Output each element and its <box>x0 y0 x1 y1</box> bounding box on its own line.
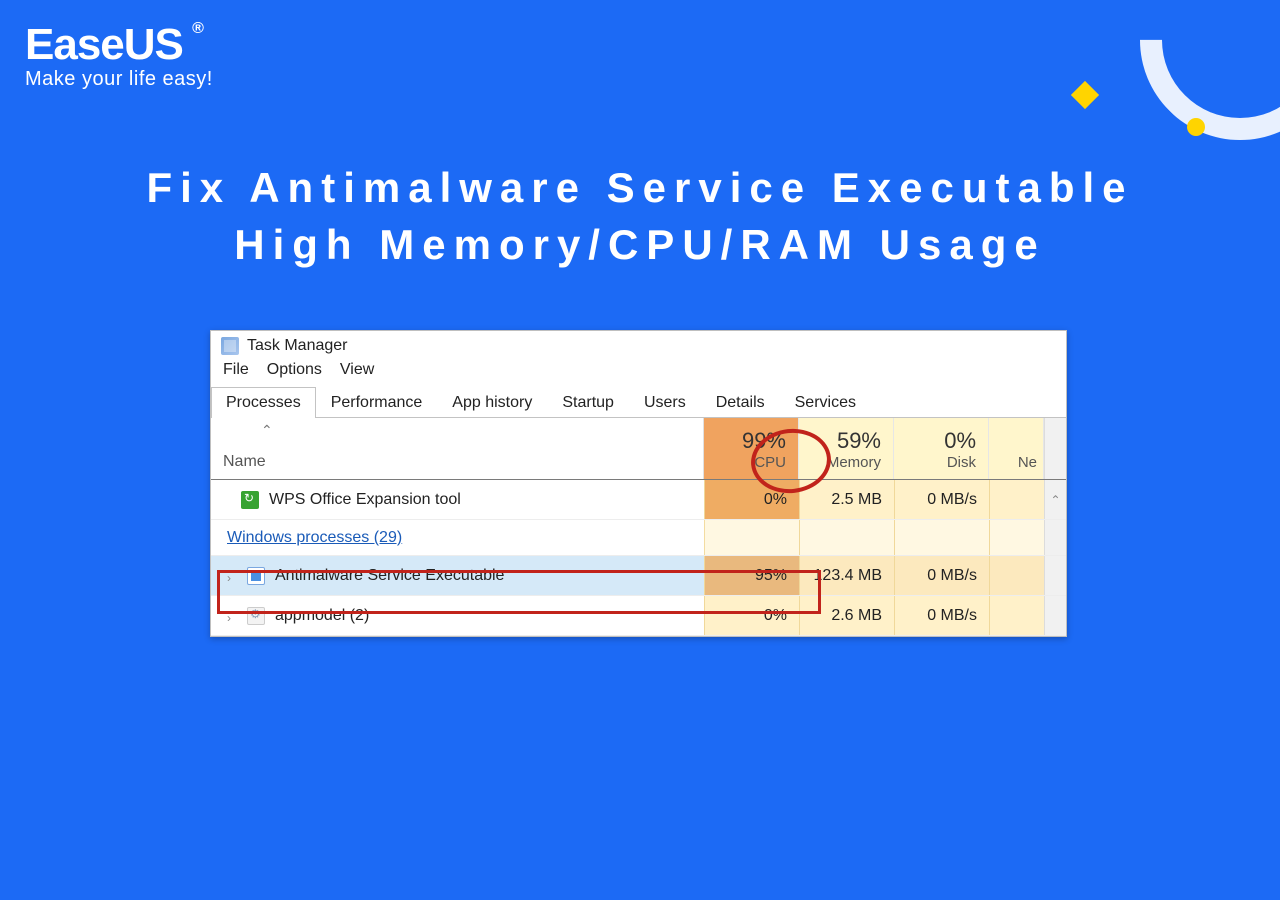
cell-disk: 0 MB/s <box>894 556 989 595</box>
menu-options[interactable]: Options <box>267 361 322 379</box>
table-row-highlighted[interactable]: › Antimalware Service Executable 95% 123… <box>211 556 1066 596</box>
cell-mem: 2.6 MB <box>799 596 894 635</box>
table-row[interactable]: WPS Office Expansion tool 0% 2.5 MB 0 MB… <box>211 480 1066 520</box>
tab-bar: Processes Performance App history Startu… <box>211 387 1066 418</box>
cell-cpu: 0% <box>704 596 799 635</box>
menu-file[interactable]: File <box>223 361 249 379</box>
memory-usage-pct: 59% <box>837 428 881 454</box>
cell-mem: 123.4 MB <box>799 556 894 595</box>
process-name: WPS Office Expansion tool <box>269 491 461 509</box>
decor-diamond <box>1071 81 1099 109</box>
scrollbar-track[interactable] <box>1044 418 1066 479</box>
section-header[interactable]: Windows processes (29) <box>211 520 1066 556</box>
window-title: Task Manager <box>247 337 348 355</box>
brand-registered: ® <box>192 20 203 38</box>
cell-net <box>989 596 1044 635</box>
column-headers: ⌃ Name 99% CPU 59% Memory 0% Disk Ne <box>211 418 1066 480</box>
task-manager-icon <box>221 337 239 355</box>
col-network[interactable]: Ne <box>989 418 1044 479</box>
tab-processes[interactable]: Processes <box>211 387 316 418</box>
cell-mem: 2.5 MB <box>799 480 894 519</box>
process-list: WPS Office Expansion tool 0% 2.5 MB 0 MB… <box>211 480 1066 636</box>
brand-name: EaseUS <box>25 20 183 69</box>
page-title: Fix Antimalware Service Executable High … <box>0 160 1280 273</box>
process-name: appmodel (2) <box>275 607 369 625</box>
cell-net <box>989 556 1044 595</box>
menu-bar: File Options View <box>211 357 1066 387</box>
scrollbar-track[interactable] <box>1044 596 1066 635</box>
process-name: Antimalware Service Executable <box>275 567 504 585</box>
sort-indicator-icon: ⌃ <box>261 422 273 439</box>
col-cpu[interactable]: 99% CPU <box>704 418 799 479</box>
tab-details[interactable]: Details <box>701 387 780 418</box>
defender-icon <box>247 567 265 585</box>
cell-disk: 0 MB/s <box>894 596 989 635</box>
col-memory[interactable]: 59% Memory <box>799 418 894 479</box>
scrollbar-track[interactable] <box>1044 556 1066 595</box>
decor-arc <box>1099 0 1280 181</box>
decor-dot <box>1187 118 1205 136</box>
headline-line2: High Memory/CPU/RAM Usage <box>0 217 1280 274</box>
cell-net <box>989 480 1044 519</box>
headline-line1: Fix Antimalware Service Executable <box>0 160 1280 217</box>
cell-cpu: 95% <box>704 556 799 595</box>
window-titlebar[interactable]: Task Manager <box>211 331 1066 357</box>
col-network-label: Ne <box>1018 454 1037 471</box>
wps-tool-icon <box>241 491 259 509</box>
col-memory-label: Memory <box>827 454 881 471</box>
col-disk[interactable]: 0% Disk <box>894 418 989 479</box>
task-manager-window: Task Manager File Options View Processes… <box>210 330 1067 637</box>
col-name[interactable]: ⌃ Name <box>211 418 704 479</box>
expand-icon[interactable]: › <box>227 571 237 581</box>
section-title: Windows processes (29) <box>211 520 704 555</box>
col-disk-label: Disk <box>947 454 976 471</box>
brand-logo: EaseUS ® Make your life easy! <box>25 20 213 91</box>
col-cpu-label: CPU <box>754 454 786 471</box>
cell-disk: 0 MB/s <box>894 480 989 519</box>
table-row[interactable]: › appmodel (2) 0% 2.6 MB 0 MB/s <box>211 596 1066 636</box>
col-name-label: Name <box>223 453 691 471</box>
cpu-usage-pct: 99% <box>742 428 786 454</box>
disk-usage-pct: 0% <box>944 428 976 454</box>
tab-users[interactable]: Users <box>629 387 701 418</box>
scroll-up-button[interactable]: ⌃ <box>1044 480 1066 519</box>
service-icon <box>247 607 265 625</box>
tab-performance[interactable]: Performance <box>316 387 438 418</box>
scrollbar-track[interactable] <box>1044 520 1066 555</box>
menu-view[interactable]: View <box>340 361 374 379</box>
tab-startup[interactable]: Startup <box>547 387 629 418</box>
tab-app-history[interactable]: App history <box>437 387 547 418</box>
expand-icon[interactable]: › <box>227 611 237 621</box>
brand-tagline: Make your life easy! <box>25 68 213 91</box>
tab-services[interactable]: Services <box>780 387 871 418</box>
cell-cpu: 0% <box>704 480 799 519</box>
